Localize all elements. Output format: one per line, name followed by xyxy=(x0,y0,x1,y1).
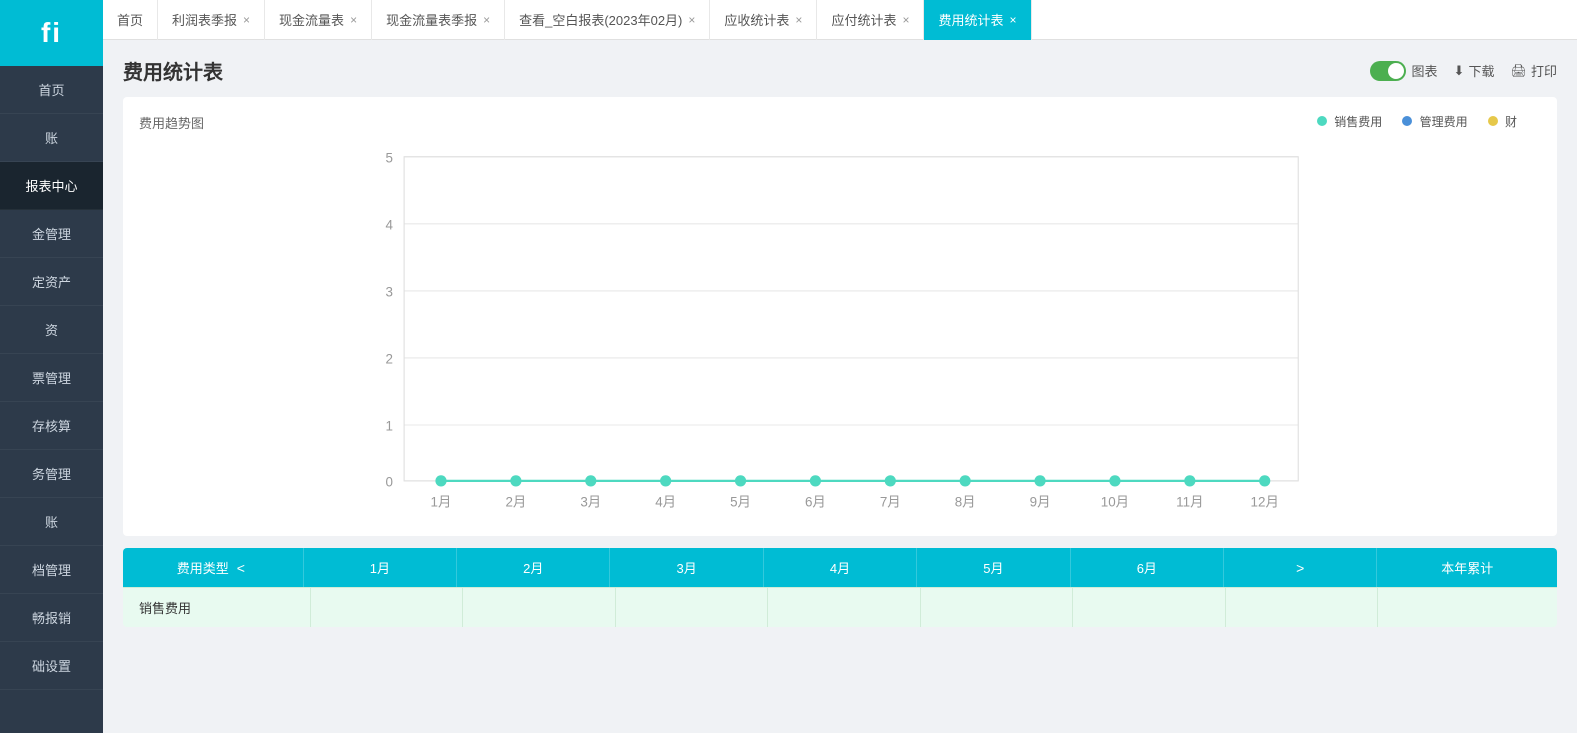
svg-text:8月: 8月 xyxy=(955,495,976,510)
table-section: 费用类型 < 1月 2月 3月 4月 5月 xyxy=(123,548,1557,627)
toggle-thumb xyxy=(1388,63,1404,79)
svg-text:0: 0 xyxy=(385,474,392,489)
sidebar-item-reports[interactable]: 报表中心 xyxy=(0,162,103,210)
svg-text:4: 4 xyxy=(385,217,393,232)
table-header-jan: 1月 xyxy=(304,548,457,587)
table-header-mar: 3月 xyxy=(610,548,763,587)
svg-text:6月: 6月 xyxy=(805,495,826,510)
svg-text:2月: 2月 xyxy=(505,495,526,510)
table-cell-jun xyxy=(1073,588,1226,627)
tab-close-profit-quarterly[interactable]: × xyxy=(243,13,250,27)
legend-finance-dot xyxy=(1488,116,1498,126)
sidebar-item-settings[interactable]: 础设置 xyxy=(0,642,103,690)
tab-expense[interactable]: 费用统计表 × xyxy=(924,0,1031,40)
sidebar-logo: fi xyxy=(0,0,103,66)
table-cell-type: 销售费用 xyxy=(123,588,311,627)
sidebar-item-service[interactable]: 务管理 xyxy=(0,450,103,498)
table-header-ytd: 本年累计 xyxy=(1377,548,1557,587)
legend-sales-dot xyxy=(1317,116,1327,126)
chart-toggle[interactable]: 图表 xyxy=(1370,61,1438,81)
print-button[interactable]: 🖨 打印 xyxy=(1510,61,1557,80)
svg-text:5月: 5月 xyxy=(730,495,751,510)
toggle-track[interactable] xyxy=(1370,61,1406,81)
table-cell-feb xyxy=(463,588,616,627)
table-header-type: 费用类型 < xyxy=(123,548,304,587)
tab-payable[interactable]: 应付统计表 × xyxy=(817,0,924,40)
header-actions: 图表 ⬇ 下载 🖨 打印 xyxy=(1370,61,1557,81)
tab-cashflow[interactable]: 现金流量表 × xyxy=(265,0,372,40)
table-header-feb: 2月 xyxy=(457,548,610,587)
svg-text:1: 1 xyxy=(385,419,392,434)
legend-admin: 管理费用 xyxy=(1402,113,1467,130)
sidebar-item-assets[interactable]: 定资产 xyxy=(0,258,103,306)
svg-text:5: 5 xyxy=(385,150,392,165)
table-cell-apr xyxy=(768,588,921,627)
sidebar-item-archive[interactable]: 档管理 xyxy=(0,546,103,594)
svg-text:12月: 12月 xyxy=(1251,495,1279,510)
svg-text:3月: 3月 xyxy=(580,495,601,510)
chart-svg: 5 4 3 2 1 0 1月 2月 xyxy=(139,140,1541,520)
table-cell-ytd xyxy=(1378,588,1557,627)
tab-blank-report[interactable]: 查看_空白报表(2023年02月) × xyxy=(505,0,710,40)
tab-profit-quarterly[interactable]: 利润表季报 × xyxy=(158,0,265,40)
chart-legend: 销售费用 管理费用 财 xyxy=(1317,113,1517,130)
sidebar-item-reimbursement[interactable]: 畅报销 xyxy=(0,594,103,642)
tab-close-cashflow-quarterly[interactable]: × xyxy=(483,13,490,27)
svg-text:4月: 4月 xyxy=(655,495,676,510)
sidebar-item-inventory[interactable]: 存核算 xyxy=(0,402,103,450)
svg-text:7月: 7月 xyxy=(880,495,901,510)
sidebar-item-ledger[interactable]: 账 xyxy=(0,498,103,546)
tab-close-payable[interactable]: × xyxy=(902,13,909,27)
sidebar-item-fund[interactable]: 金管理 xyxy=(0,210,103,258)
table-cell-may xyxy=(921,588,1074,627)
tab-close-receivable[interactable]: × xyxy=(795,13,802,27)
svg-text:2: 2 xyxy=(385,352,392,367)
tab-home[interactable]: 首页 xyxy=(103,0,158,40)
nav-next-arrow[interactable]: > xyxy=(1292,560,1308,576)
legend-finance: 财 xyxy=(1488,113,1517,130)
table-header-row: 费用类型 < 1月 2月 3月 4月 5月 xyxy=(123,548,1557,587)
chart-section: 费用趋势图 销售费用 管理费用 财 5 xyxy=(123,97,1557,536)
tab-close-blank-report[interactable]: × xyxy=(688,13,695,27)
tab-receivable[interactable]: 应收统计表 × xyxy=(710,0,817,40)
toggle-label: 图表 xyxy=(1412,61,1438,80)
sidebar-item-capital[interactable]: 资 xyxy=(0,306,103,354)
sidebar-item-invoice[interactable]: 票管理 xyxy=(0,354,103,402)
content-area: 费用统计表 图表 ⬇ 下载 🖨 打印 费用趋势图 xyxy=(103,40,1577,733)
sidebar-item-home[interactable]: 首页 xyxy=(0,66,103,114)
tab-cashflow-quarterly[interactable]: 现金流量表季报 × xyxy=(372,0,505,40)
legend-sales: 销售费用 xyxy=(1317,113,1382,130)
download-icon: ⬇ xyxy=(1454,63,1465,79)
legend-admin-dot xyxy=(1402,116,1412,126)
tab-close-cashflow[interactable]: × xyxy=(350,13,357,27)
svg-text:3: 3 xyxy=(385,284,392,299)
table-cell-jan xyxy=(311,588,464,627)
table-cell-mar xyxy=(616,588,769,627)
svg-text:10月: 10月 xyxy=(1101,495,1129,510)
table-header-nav-next[interactable]: > xyxy=(1224,548,1377,587)
svg-text:9月: 9月 xyxy=(1030,495,1051,510)
nav-prev-arrow[interactable]: < xyxy=(233,560,249,576)
table-header-may: 5月 xyxy=(917,548,1070,587)
table-cell-nav-placeholder xyxy=(1226,588,1379,627)
download-button[interactable]: ⬇ 下载 xyxy=(1454,61,1495,80)
tab-close-expense[interactable]: × xyxy=(1009,13,1016,27)
table-header-jun: 6月 xyxy=(1071,548,1224,587)
page-header: 费用统计表 图表 ⬇ 下载 🖨 打印 xyxy=(103,40,1577,97)
svg-text:1月: 1月 xyxy=(431,495,452,510)
tab-bar: 首页 利润表季报 × 现金流量表 × 现金流量表季报 × 查看_空白报表(202… xyxy=(103,0,1577,40)
print-icon: 🖨 xyxy=(1510,63,1527,79)
table-row: 销售费用 xyxy=(123,587,1557,627)
sidebar-item-account[interactable]: 账 xyxy=(0,114,103,162)
svg-text:11月: 11月 xyxy=(1176,495,1203,510)
chart-container: 5 4 3 2 1 0 1月 2月 xyxy=(139,140,1541,520)
table-header-apr: 4月 xyxy=(764,548,917,587)
sidebar: fi 首页 账 报表中心 金管理 定资产 资 票管理 存核算 务管理 账 档管理… xyxy=(0,0,103,733)
page-title: 费用统计表 xyxy=(123,56,223,85)
